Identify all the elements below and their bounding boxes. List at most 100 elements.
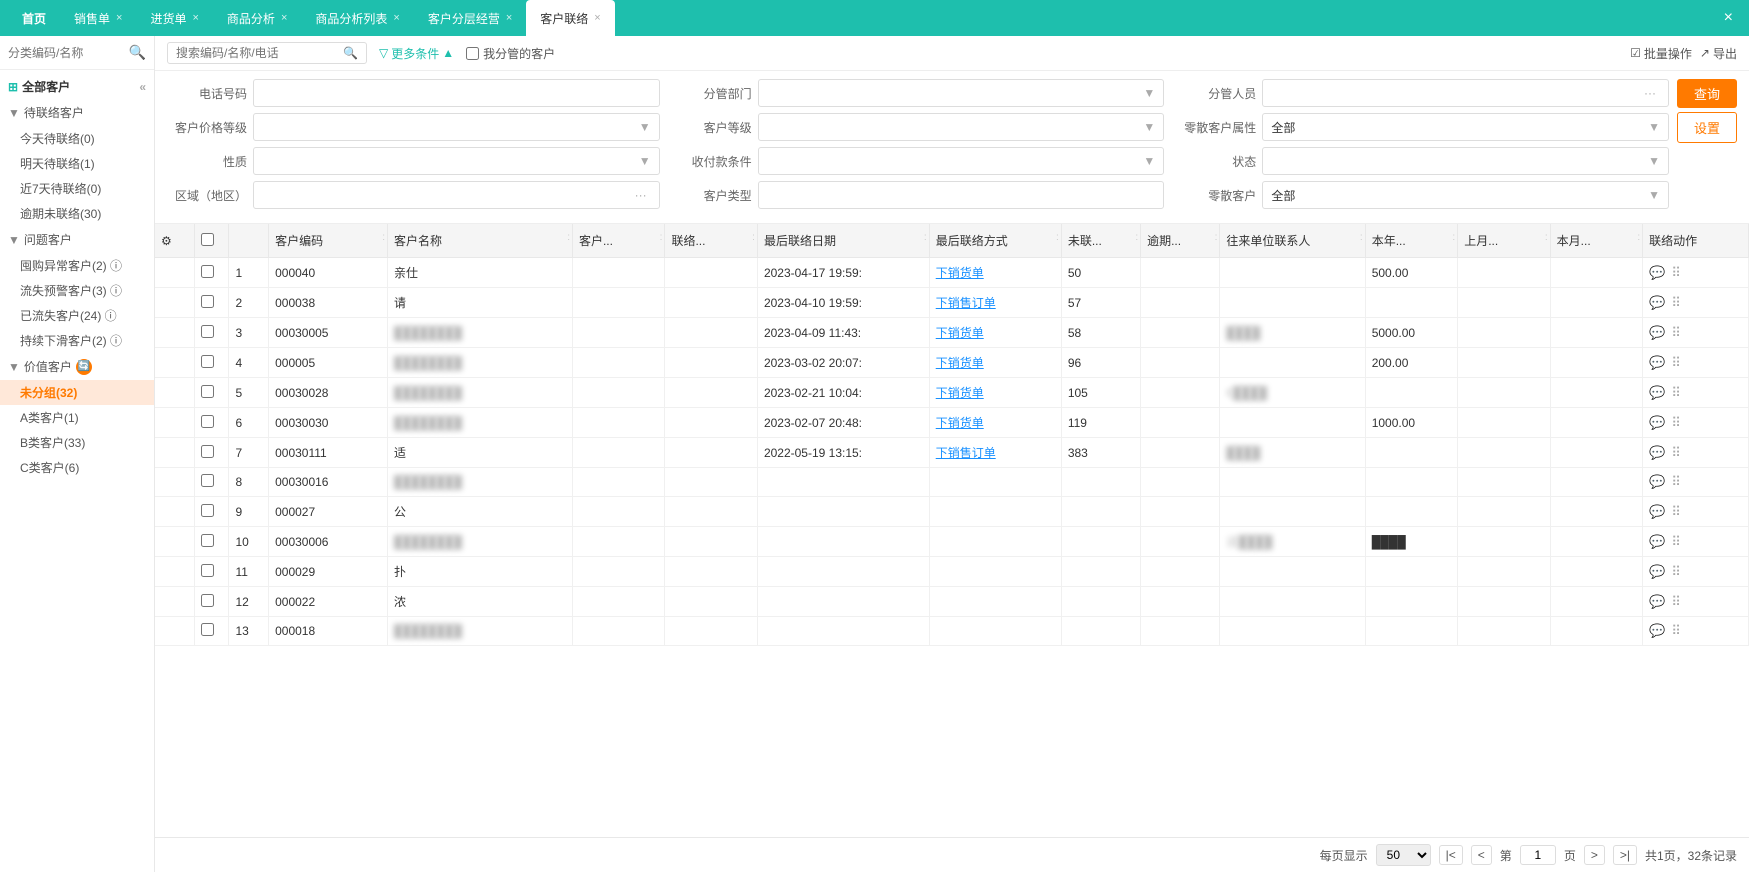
menu-icon[interactable]: ⠿ — [1671, 265, 1681, 281]
reset-button[interactable]: 设置 — [1677, 112, 1737, 143]
message-icon[interactable]: 💬 — [1649, 445, 1665, 461]
row-checkbox[interactable] — [201, 385, 214, 398]
message-icon[interactable]: 💬 — [1649, 534, 1665, 550]
message-icon[interactable]: 💬 — [1649, 295, 1665, 311]
sidebar-item-today[interactable]: 今天待联络(0) — [0, 126, 154, 151]
payment-select[interactable]: ▼ — [758, 147, 1165, 175]
contact-method-link[interactable]: 下销货单 — [936, 326, 984, 340]
sidebar-item-7days[interactable]: 近7天待联络(0) — [0, 176, 154, 201]
close-icon[interactable]: × — [594, 12, 600, 24]
next-page-btn[interactable]: > — [1584, 845, 1605, 865]
sidebar-item-churned[interactable]: 已流失客户(24) ⓘ — [0, 303, 154, 328]
sidebar-group-pending[interactable]: ▼ 待联络客户 — [0, 99, 154, 126]
row-checkbox[interactable] — [201, 623, 214, 636]
menu-icon[interactable]: ⠿ — [1671, 295, 1681, 311]
select-all-checkbox[interactable] — [201, 233, 214, 246]
row-checkbox[interactable] — [201, 355, 214, 368]
message-icon[interactable]: 💬 — [1649, 594, 1665, 610]
close-icon[interactable]: × — [393, 12, 399, 24]
row-checkbox[interactable] — [201, 265, 214, 278]
batch-ops-btn[interactable]: ☑ 批量操作 — [1630, 45, 1692, 62]
nature-select[interactable]: ▼ — [253, 147, 660, 175]
row-checkbox[interactable] — [201, 415, 214, 428]
sidebar-item-declining[interactable]: 持续下滑客户(2) ⓘ — [0, 328, 154, 353]
sidebar-item-overdue[interactable]: 逾期未联络(30) — [0, 201, 154, 226]
menu-icon[interactable]: ⠿ — [1671, 445, 1681, 461]
contact-method-link[interactable]: 下销货单 — [936, 356, 984, 370]
dots-icon[interactable]: ··· — [1640, 86, 1660, 100]
row-checkbox[interactable] — [201, 474, 214, 487]
dept-select[interactable]: ▼ — [758, 79, 1165, 107]
sidebar-search-input[interactable] — [8, 46, 129, 60]
nav-tab-analysis[interactable]: 商品分析 × — [213, 0, 301, 36]
message-icon[interactable]: 💬 — [1649, 355, 1665, 371]
nav-tab-analysis-list[interactable]: 商品分析列表 × — [301, 0, 413, 36]
customer-type-select[interactable] — [758, 181, 1165, 209]
query-button[interactable]: 查询 — [1677, 79, 1737, 108]
dots-icon[interactable]: ··· — [631, 188, 651, 202]
prev-page-btn[interactable]: < — [1471, 845, 1492, 865]
contact-method-link[interactable]: 下销售订单 — [936, 446, 996, 460]
message-icon[interactable]: 💬 — [1649, 504, 1665, 520]
sidebar-search-icon[interactable]: 🔍 — [129, 44, 146, 61]
menu-icon[interactable]: ⠿ — [1671, 594, 1681, 610]
phone-input[interactable] — [253, 79, 660, 107]
page-input[interactable] — [1520, 845, 1556, 865]
more-conditions-btn[interactable]: ▽ 更多条件 ▲ — [379, 45, 454, 62]
row-checkbox[interactable] — [201, 594, 214, 607]
menu-icon[interactable]: ⠿ — [1671, 534, 1681, 550]
menu-icon[interactable]: ⠿ — [1671, 623, 1681, 639]
row-checkbox[interactable] — [201, 295, 214, 308]
message-icon[interactable]: 💬 — [1649, 623, 1665, 639]
close-icon[interactable]: × — [506, 12, 512, 24]
price-level-select[interactable]: ▼ — [253, 113, 660, 141]
nav-tab-sales[interactable]: 销售单 × — [60, 0, 136, 36]
per-page-select[interactable]: 50 100 — [1376, 844, 1431, 866]
retail-attr-select[interactable]: 全部 ▼ — [1262, 113, 1669, 141]
row-checkbox[interactable] — [201, 445, 214, 458]
message-icon[interactable]: 💬 — [1649, 474, 1665, 490]
sidebar-item-b-class[interactable]: B类客户(33) — [0, 430, 154, 455]
sidebar-item-ungrouped[interactable]: 未分组(32) — [0, 380, 154, 405]
sidebar-item-c-class[interactable]: C类客户(6) — [0, 455, 154, 480]
row-checkbox[interactable] — [201, 534, 214, 547]
menu-icon[interactable]: ⠿ — [1671, 355, 1681, 371]
sidebar-group-problem[interactable]: ▼ 问题客户 — [0, 226, 154, 253]
filter-search-icon[interactable]: 🔍 — [343, 46, 358, 60]
menu-icon[interactable]: ⠿ — [1671, 385, 1681, 401]
sidebar-group-value[interactable]: ▼ 价值客户 🔄 — [0, 353, 154, 380]
customer-level-select[interactable]: ▼ — [758, 113, 1165, 141]
menu-icon[interactable]: ⠿ — [1671, 325, 1681, 341]
first-page-btn[interactable]: |< — [1439, 845, 1463, 865]
row-checkbox[interactable] — [201, 564, 214, 577]
menu-icon[interactable]: ⠿ — [1671, 474, 1681, 490]
manager-select[interactable]: ··· — [1262, 79, 1669, 107]
row-checkbox[interactable] — [201, 504, 214, 517]
all-customers-title[interactable]: ⊞ 全部客户 « — [0, 70, 154, 99]
export-btn[interactable]: ↗ 导出 — [1700, 45, 1737, 62]
contact-method-link[interactable]: 下销货单 — [936, 266, 984, 280]
retail-customer-select[interactable]: 全部 ▼ — [1262, 181, 1669, 209]
message-icon[interactable]: 💬 — [1649, 385, 1665, 401]
last-page-btn[interactable]: >| — [1613, 845, 1637, 865]
menu-icon[interactable]: ⠿ — [1671, 415, 1681, 431]
sidebar-item-churn-warning[interactable]: 流失预警客户(3) ⓘ — [0, 278, 154, 303]
nav-home[interactable]: 首页 — [8, 0, 60, 36]
close-icon[interactable]: × — [192, 12, 198, 24]
close-icon[interactable]: × — [116, 12, 122, 24]
settings-col-header[interactable]: ⚙ — [155, 224, 195, 258]
sidebar-item-a-class[interactable]: A类客户(1) — [0, 405, 154, 430]
menu-icon[interactable]: ⠿ — [1671, 564, 1681, 580]
nav-tab-purchase[interactable]: 进货单 × — [136, 0, 212, 36]
message-icon[interactable]: 💬 — [1649, 265, 1665, 281]
region-select[interactable]: ··· — [253, 181, 660, 209]
collapse-icon[interactable]: « — [139, 80, 146, 94]
nav-tab-customer-contact[interactable]: 客户联络 × — [526, 0, 614, 36]
my-customers-check[interactable] — [466, 47, 479, 60]
message-icon[interactable]: 💬 — [1649, 564, 1665, 580]
close-icon[interactable]: × — [281, 12, 287, 24]
nav-close-button[interactable]: × — [1716, 9, 1741, 27]
sidebar-item-tomorrow[interactable]: 明天待联络(1) — [0, 151, 154, 176]
status-select[interactable]: ▼ — [1262, 147, 1669, 175]
filter-search-input[interactable] — [176, 46, 343, 60]
